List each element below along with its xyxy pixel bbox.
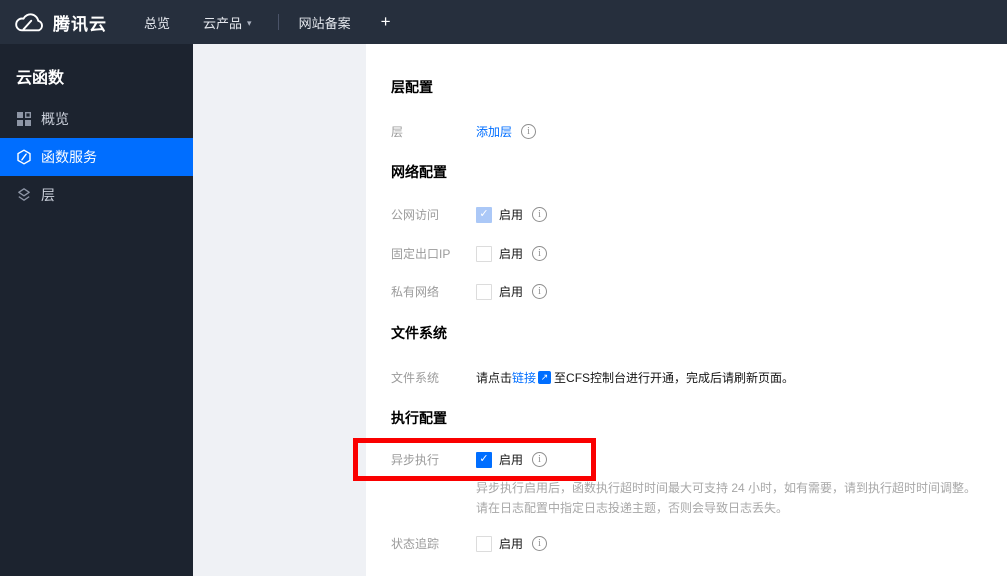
nav-divider (277, 14, 279, 30)
helper-line-1: 异步执行启用后，函数执行超时时间最大可支持 24 小时，如有需要，请到执行超时时… (476, 481, 977, 495)
info-icon[interactable] (521, 124, 537, 139)
sidebar-item-function-service[interactable]: 函数服务 (0, 138, 193, 176)
external-link-icon[interactable] (538, 371, 552, 384)
private-network-checkbox[interactable] (476, 283, 492, 300)
fixed-ip-checkbox[interactable] (476, 245, 492, 262)
async-execution-checkbox[interactable] (476, 451, 492, 468)
enable-label: 启用 (499, 285, 524, 299)
status-tracking-checkbox[interactable] (476, 535, 492, 552)
public-network-row: 公网访问 启用 (391, 206, 548, 223)
nav-item-icp-filing[interactable]: 网站备案 (299, 13, 351, 32)
section-title-network-config: 网络配置 (391, 164, 447, 180)
info-icon[interactable] (532, 207, 548, 222)
top-nav-menu: 总览 云产品 ▾ 网站备案 + (107, 0, 391, 44)
async-execution-helper-text: 异步执行启用后，函数执行超时时间最大可支持 24 小时，如有需要，请到执行超时时… (476, 478, 1006, 518)
nav-item-overview[interactable]: 总览 (144, 13, 170, 32)
sidebar-item-label: 函数服务 (41, 149, 97, 165)
grid-icon (16, 111, 32, 127)
sidebar-item-label: 层 (41, 187, 55, 203)
filesystem-hint-prefix: 请点击 (476, 371, 513, 385)
field-label-layer: 层 (391, 125, 404, 139)
filesystem-row: 文件系统 请点击 链接 至CFS控制台进行开通，完成后请刷新页面。 (391, 369, 794, 386)
enable-label: 启用 (499, 208, 524, 222)
helper-line-2: 请在日志配置中指定日志投递主题，否则会导致日志丢失。 (476, 501, 789, 515)
info-icon[interactable] (532, 536, 548, 551)
field-label-status-tracking: 状态追踪 (391, 537, 440, 551)
layer-row: 层 添加层 (391, 123, 537, 140)
settings-panel: 层配置 层 添加层 网络配置 公网访问 启用 固定出口IP 启用 私有网络 启用 (366, 44, 1007, 576)
secondary-panel (193, 44, 366, 576)
info-icon[interactable] (532, 284, 548, 299)
nav-add-tab-button[interactable]: + (381, 12, 391, 32)
status-tracking-row: 状态追踪 启用 (391, 535, 548, 552)
enable-label: 启用 (499, 247, 524, 261)
section-title-execution-config: 执行配置 (391, 410, 447, 426)
field-label-async-execution: 异步执行 (391, 453, 440, 467)
private-network-row: 私有网络 启用 (391, 283, 548, 300)
field-label-fixed-ip: 固定出口IP (391, 247, 451, 261)
enable-label: 启用 (499, 453, 524, 467)
info-icon[interactable] (532, 246, 548, 261)
fixed-outbound-ip-row: 固定出口IP 启用 (391, 245, 548, 262)
add-layer-link[interactable]: 添加层 (476, 123, 512, 140)
tencent-cloud-logo-icon (13, 11, 46, 34)
nav-item-cloud-products-label: 云产品 (203, 15, 243, 31)
section-title-filesystem: 文件系统 (391, 325, 447, 341)
sidebar-item-overview[interactable]: 概览 (0, 100, 193, 138)
nav-item-cloud-products[interactable]: 云产品 ▾ (203, 13, 252, 32)
enable-label: 启用 (499, 537, 524, 551)
section-title-layer-config: 层配置 (391, 79, 433, 95)
field-label-private-network: 私有网络 (391, 285, 440, 299)
info-icon[interactable] (532, 452, 548, 467)
layers-icon (16, 187, 32, 203)
sidebar-title: 云函数 (16, 70, 65, 87)
filesystem-hint-suffix: 至CFS控制台进行开通，完成后请刷新页面。 (554, 371, 795, 385)
field-label-filesystem: 文件系统 (391, 371, 440, 385)
top-navbar: 腾讯云 总览 云产品 ▾ 网站备案 + (0, 0, 1007, 44)
sidebar-item-label: 概览 (41, 111, 69, 127)
brand[interactable]: 腾讯云 (13, 10, 107, 35)
cfs-console-link[interactable]: 链接 (512, 369, 536, 386)
sidebar-item-layers[interactable]: 层 (0, 176, 193, 214)
sidebar: 云函数 概览 函数服务 层 (0, 44, 193, 576)
chevron-down-icon: ▾ (247, 17, 252, 28)
async-execution-row: 异步执行 启用 (391, 451, 548, 468)
public-network-checkbox (476, 206, 492, 223)
field-label-public-network: 公网访问 (391, 208, 440, 222)
brand-name: 腾讯云 (53, 14, 107, 34)
function-icon (16, 149, 32, 165)
